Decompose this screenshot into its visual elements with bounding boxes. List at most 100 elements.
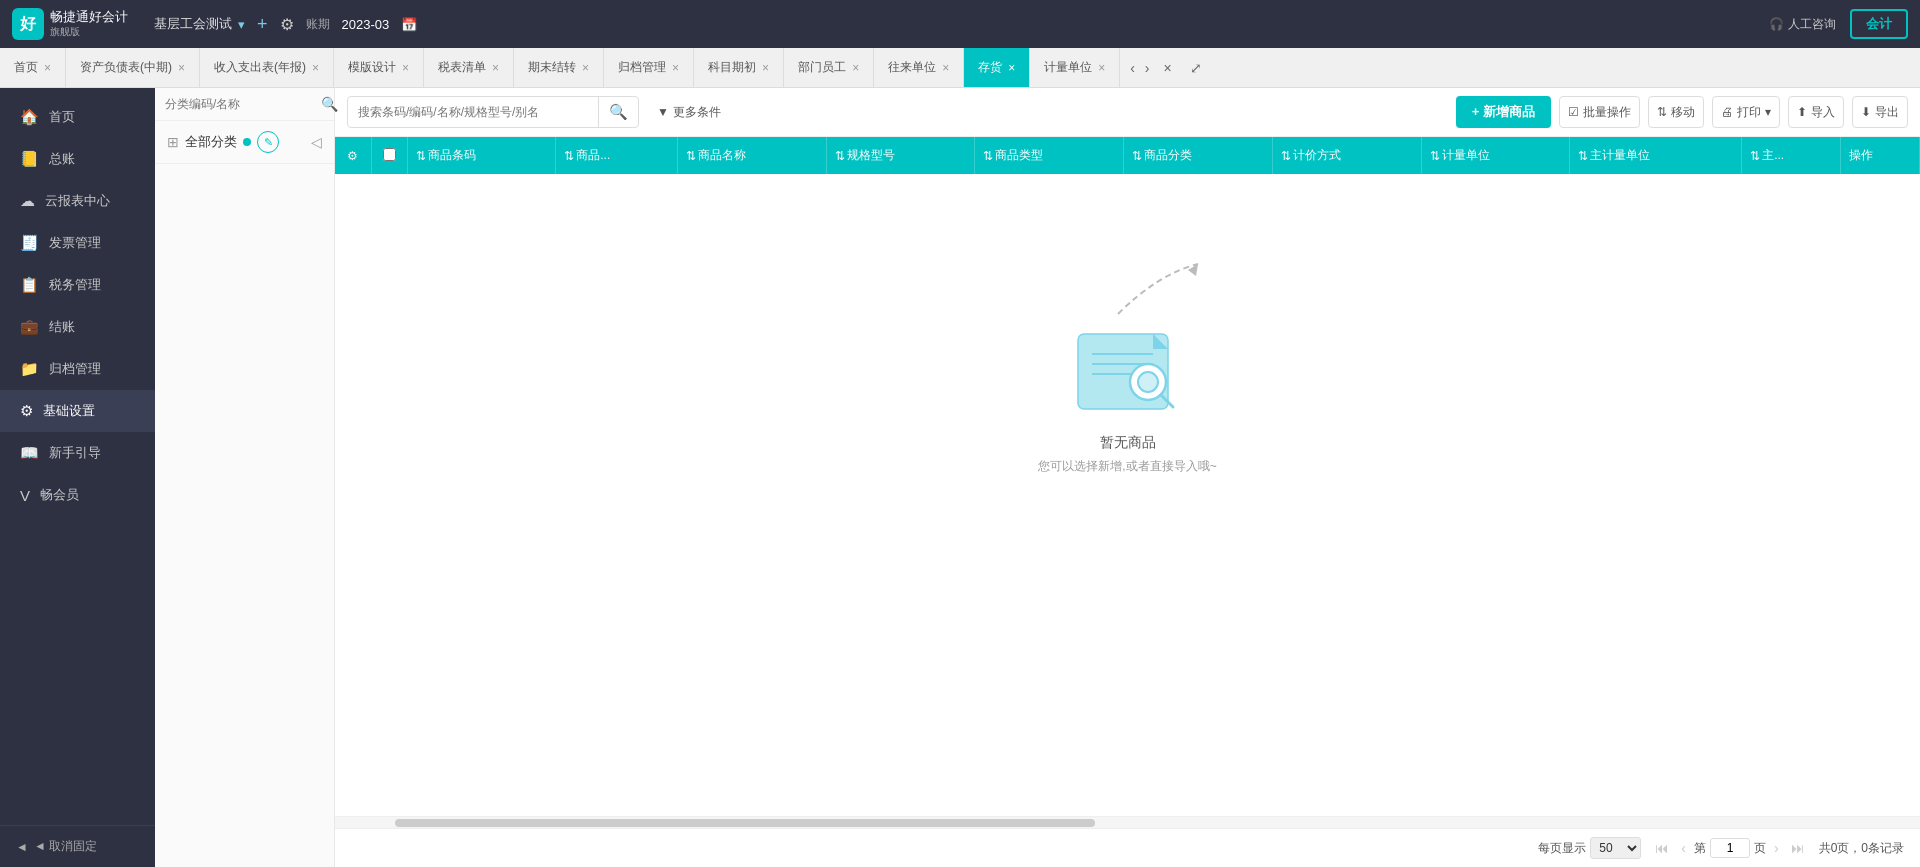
per-page-select[interactable]: 50 100 200 — [1590, 837, 1641, 859]
tab-nav-buttons: ‹ › × ⤢ — [1120, 58, 1216, 78]
th-extra[interactable]: ⇅ 主... — [1742, 137, 1841, 174]
tab-measure-unit-close-icon[interactable]: × — [1098, 61, 1105, 75]
page-number-input[interactable] — [1710, 838, 1750, 858]
sidebar-settings-label: 基础设置 — [43, 402, 95, 420]
category-search-bar: 🔍 — [155, 88, 334, 121]
horizontal-scrollbar[interactable] — [335, 816, 1920, 828]
sidebar-item-archive[interactable]: 📁 归档管理 — [0, 348, 155, 390]
sidebar-item-member[interactable]: V 畅会员 — [0, 474, 155, 516]
tab-expand-button[interactable]: ⤢ — [1182, 58, 1210, 78]
th-settings[interactable]: ⚙ — [335, 137, 371, 174]
tab-close-all-button[interactable]: × — [1156, 58, 1180, 78]
filter-more-button[interactable]: ▼ 更多条件 — [647, 104, 731, 121]
sidebar-member-label: 畅会员 — [40, 486, 79, 504]
sidebar-item-report[interactable]: ☁ 云报表中心 — [0, 180, 155, 222]
tab-balance-close-icon[interactable]: × — [178, 61, 185, 75]
tab-period-carry-close-icon[interactable]: × — [582, 61, 589, 75]
sidebar-item-close-period[interactable]: 💼 结账 — [0, 306, 155, 348]
th-spec[interactable]: ⇅ 规格型号 — [826, 137, 975, 174]
account-button[interactable]: 会计 — [1850, 9, 1908, 39]
tab-archive-close-icon[interactable]: × — [672, 61, 679, 75]
th-unit[interactable]: ⇅ 计量单位 — [1421, 137, 1570, 174]
tab-dept-staff-close-icon[interactable]: × — [852, 61, 859, 75]
tab-home-close-icon[interactable]: × — [44, 61, 51, 75]
tab-template[interactable]: 模版设计 × — [334, 48, 424, 87]
next-page-button[interactable]: › — [1770, 838, 1783, 858]
settings-icon-button[interactable]: ⚙ — [280, 15, 294, 34]
product-search-button[interactable]: 🔍 — [598, 97, 638, 127]
sidebar-item-tax[interactable]: 📋 税务管理 — [0, 264, 155, 306]
th-price-method[interactable]: ⇅ 计价方式 — [1272, 137, 1421, 174]
home-icon: 🏠 — [20, 108, 39, 126]
category-dot — [243, 138, 251, 146]
batch-operation-button[interactable]: ☑ 批量操作 — [1559, 96, 1640, 128]
tab-tax[interactable]: 税表清单 × — [424, 48, 514, 87]
sidebar-unpin-button[interactable]: ◄ ◄ 取消固定 — [0, 825, 155, 867]
category-search-input[interactable] — [165, 97, 315, 111]
tab-inventory[interactable]: 存货 × — [964, 48, 1030, 87]
tab-income-label: 收入支出表(年报) — [214, 59, 306, 76]
sidebar-item-guide[interactable]: 📖 新手引导 — [0, 432, 155, 474]
th-code[interactable]: ⇅ 商品... — [556, 137, 678, 174]
total-records-label: 共0页，0条记录 — [1819, 840, 1904, 857]
sidebar-home-label: 首页 — [49, 108, 75, 126]
tab-archive[interactable]: 归档管理 × — [604, 48, 694, 87]
tab-balance-sheet[interactable]: 资产负债表(中期) × — [66, 48, 200, 87]
th-check[interactable] — [371, 137, 407, 174]
tab-nav-left-button[interactable]: ‹ — [1126, 58, 1139, 78]
guide-icon: 📖 — [20, 444, 39, 462]
import-button[interactable]: ⬆ 导入 — [1788, 96, 1844, 128]
prev-page-button[interactable]: ‹ — [1677, 838, 1690, 858]
category-edit-button[interactable]: ✎ — [257, 131, 279, 153]
calendar-icon[interactable]: 📅 — [401, 17, 417, 32]
export-button[interactable]: ⬇ 导出 — [1852, 96, 1908, 128]
last-page-button[interactable]: ⏭ — [1787, 838, 1809, 858]
tab-template-close-icon[interactable]: × — [402, 61, 409, 75]
add-company-button[interactable]: + — [257, 14, 268, 35]
tab-measure-unit[interactable]: 计量单位 × — [1030, 48, 1120, 87]
panel-collapse-button[interactable]: ◁ — [311, 134, 322, 150]
th-type[interactable]: ⇅ 商品类型 — [975, 137, 1124, 174]
add-product-button[interactable]: + 新增商品 — [1456, 96, 1551, 128]
tab-tax-close-icon[interactable]: × — [492, 61, 499, 75]
tab-subject-init[interactable]: 科目期初 × — [694, 48, 784, 87]
export-icon: ⬇ — [1861, 105, 1871, 119]
tab-income-close-icon[interactable]: × — [312, 61, 319, 75]
category-header: ⊞ 全部分类 ✎ ◁ — [155, 121, 334, 164]
tab-nav-right-button[interactable]: › — [1141, 58, 1154, 78]
settings-icon: ⚙ — [20, 402, 33, 420]
move-button[interactable]: ⇅ 移动 — [1648, 96, 1704, 128]
pagination-bar: 每页显示 50 100 200 ⏮ ‹ 第 页 › — [335, 828, 1920, 867]
sidebar-item-settings[interactable]: ⚙ 基础设置 — [0, 390, 155, 432]
sidebar-item-ledger[interactable]: 📒 总账 — [0, 138, 155, 180]
toolbar: 🔍 ▼ 更多条件 + 新增商品 ☑ 批量操作 ⇅ — [335, 88, 1920, 137]
tab-income[interactable]: 收入支出表(年报) × — [200, 48, 334, 87]
sidebar-item-home[interactable]: 🏠 首页 — [0, 96, 155, 138]
select-all-checkbox[interactable] — [383, 148, 396, 161]
tab-vendor-close-icon[interactable]: × — [942, 61, 949, 75]
table-header-row: ⚙ ⇅ 商品条码 ⇅ 商品... — [335, 137, 1920, 174]
tab-vendor[interactable]: 往来单位 × — [874, 48, 964, 87]
tab-subject-init-close-icon[interactable]: × — [762, 61, 769, 75]
company-selector[interactable]: 基层工会测试 ▾ — [154, 15, 245, 33]
page-size-selector: 每页显示 50 100 200 — [1538, 837, 1641, 859]
first-page-button[interactable]: ⏮ — [1651, 838, 1673, 858]
print-icon: 🖨 — [1721, 105, 1733, 119]
tab-period-carry[interactable]: 期末结转 × — [514, 48, 604, 87]
tab-inventory-close-icon[interactable]: × — [1008, 61, 1015, 75]
help-button[interactable]: 🎧 人工咨询 — [1769, 16, 1836, 33]
tab-vendor-label: 往来单位 — [888, 59, 936, 76]
print-button[interactable]: 🖨 打印 ▾ — [1712, 96, 1780, 128]
th-name[interactable]: ⇅ 商品名称 — [677, 137, 826, 174]
th-barcode[interactable]: ⇅ 商品条码 — [407, 137, 556, 174]
tab-inventory-label: 存货 — [978, 59, 1002, 76]
th-category[interactable]: ⇅ 商品分类 — [1124, 137, 1273, 174]
period-value: 2023-03 — [342, 17, 390, 32]
sidebar-item-invoice[interactable]: 🧾 发票管理 — [0, 222, 155, 264]
tab-home[interactable]: 首页 × — [0, 48, 66, 87]
tab-balance-sheet-label: 资产负债表(中期) — [80, 59, 172, 76]
tab-dept-staff[interactable]: 部门员工 × — [784, 48, 874, 87]
th-main-unit[interactable]: ⇅ 主计量单位 — [1570, 137, 1742, 174]
scrollbar-thumb[interactable] — [395, 819, 1095, 827]
product-search-input[interactable] — [348, 105, 598, 119]
